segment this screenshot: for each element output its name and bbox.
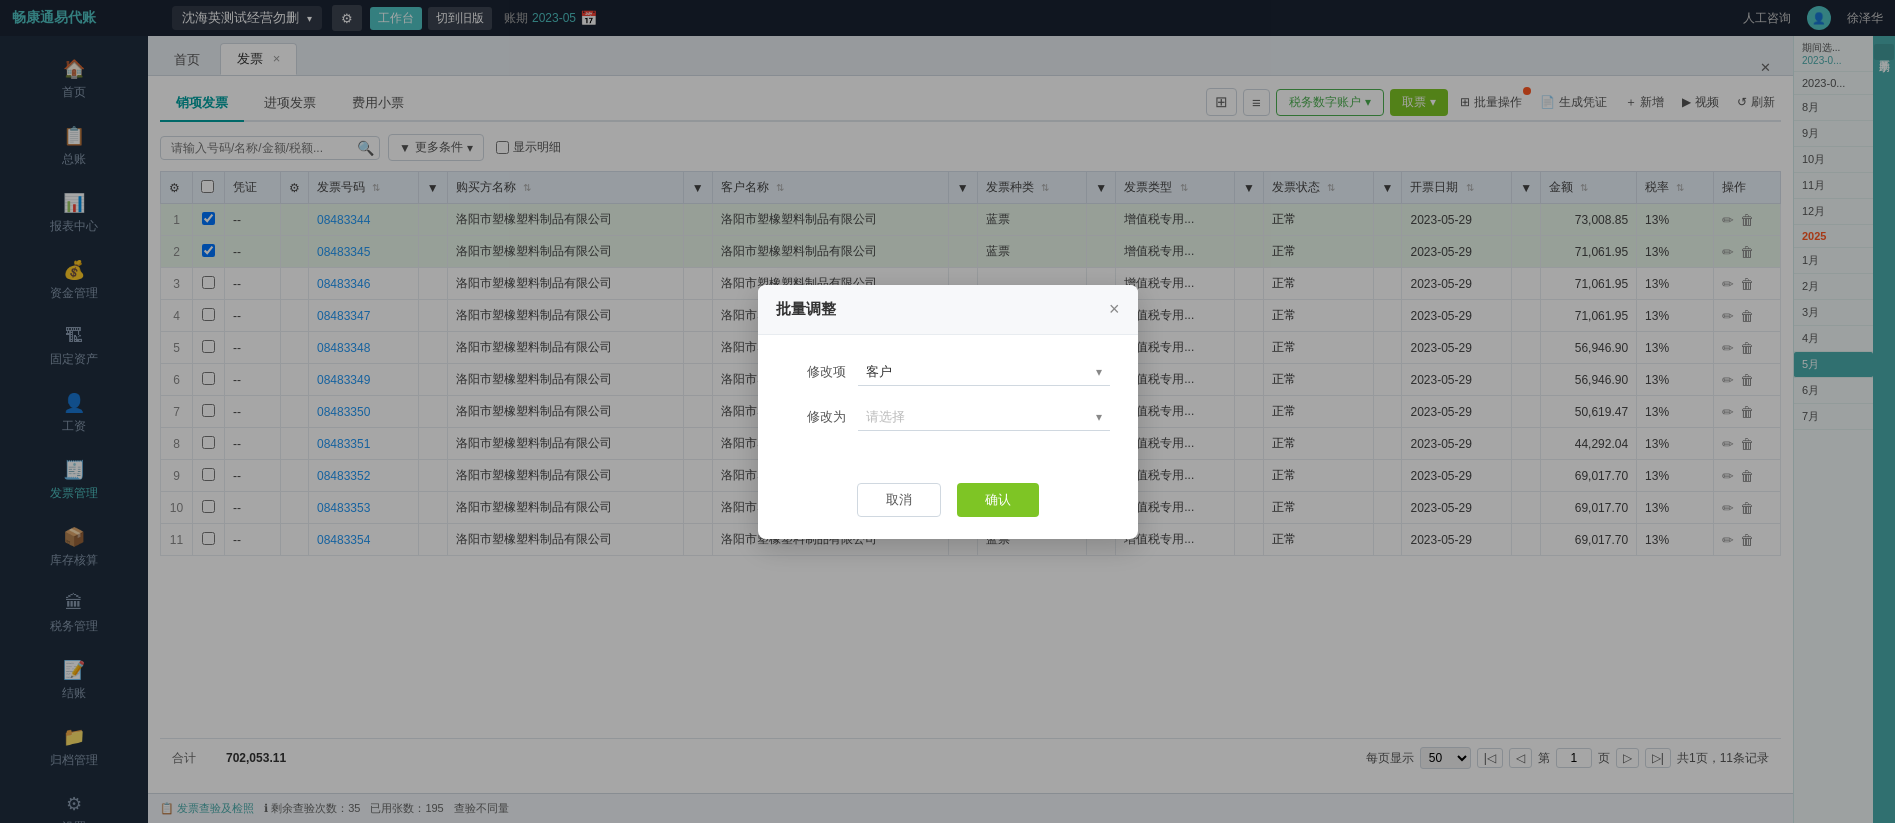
modify-field-select[interactable]: 客户 ▾ [858,359,1110,386]
modify-to-select[interactable]: 请选择 ▾ [858,404,1110,431]
modal-close-btn[interactable]: × [1109,299,1120,320]
modal-cancel-btn[interactable]: 取消 [857,483,941,517]
modify-field-label: 修改项 [786,363,846,381]
modal-confirm-btn[interactable]: 确认 [957,483,1039,517]
modal-overlay: 批量调整 × 修改项 客户 ▾ 修改为 请选择 ▾ 取消 确认 [0,0,1895,823]
modify-field-arrow-icon: ▾ [1096,365,1102,379]
modify-to-label: 修改为 [786,408,846,426]
modify-field-value: 客户 [866,363,892,381]
modal-modify-to-row: 修改为 请选择 ▾ [786,404,1110,431]
modify-to-arrow-icon: ▾ [1096,410,1102,424]
modal-header: 批量调整 × [758,285,1138,335]
batch-adjust-modal: 批量调整 × 修改项 客户 ▾ 修改为 请选择 ▾ 取消 确认 [758,285,1138,539]
modal-title: 批量调整 [776,300,836,319]
modal-footer: 取消 确认 [758,473,1138,539]
modal-modify-field-row: 修改项 客户 ▾ [786,359,1110,386]
modify-to-placeholder: 请选择 [866,408,905,426]
modal-body: 修改项 客户 ▾ 修改为 请选择 ▾ [758,335,1138,473]
